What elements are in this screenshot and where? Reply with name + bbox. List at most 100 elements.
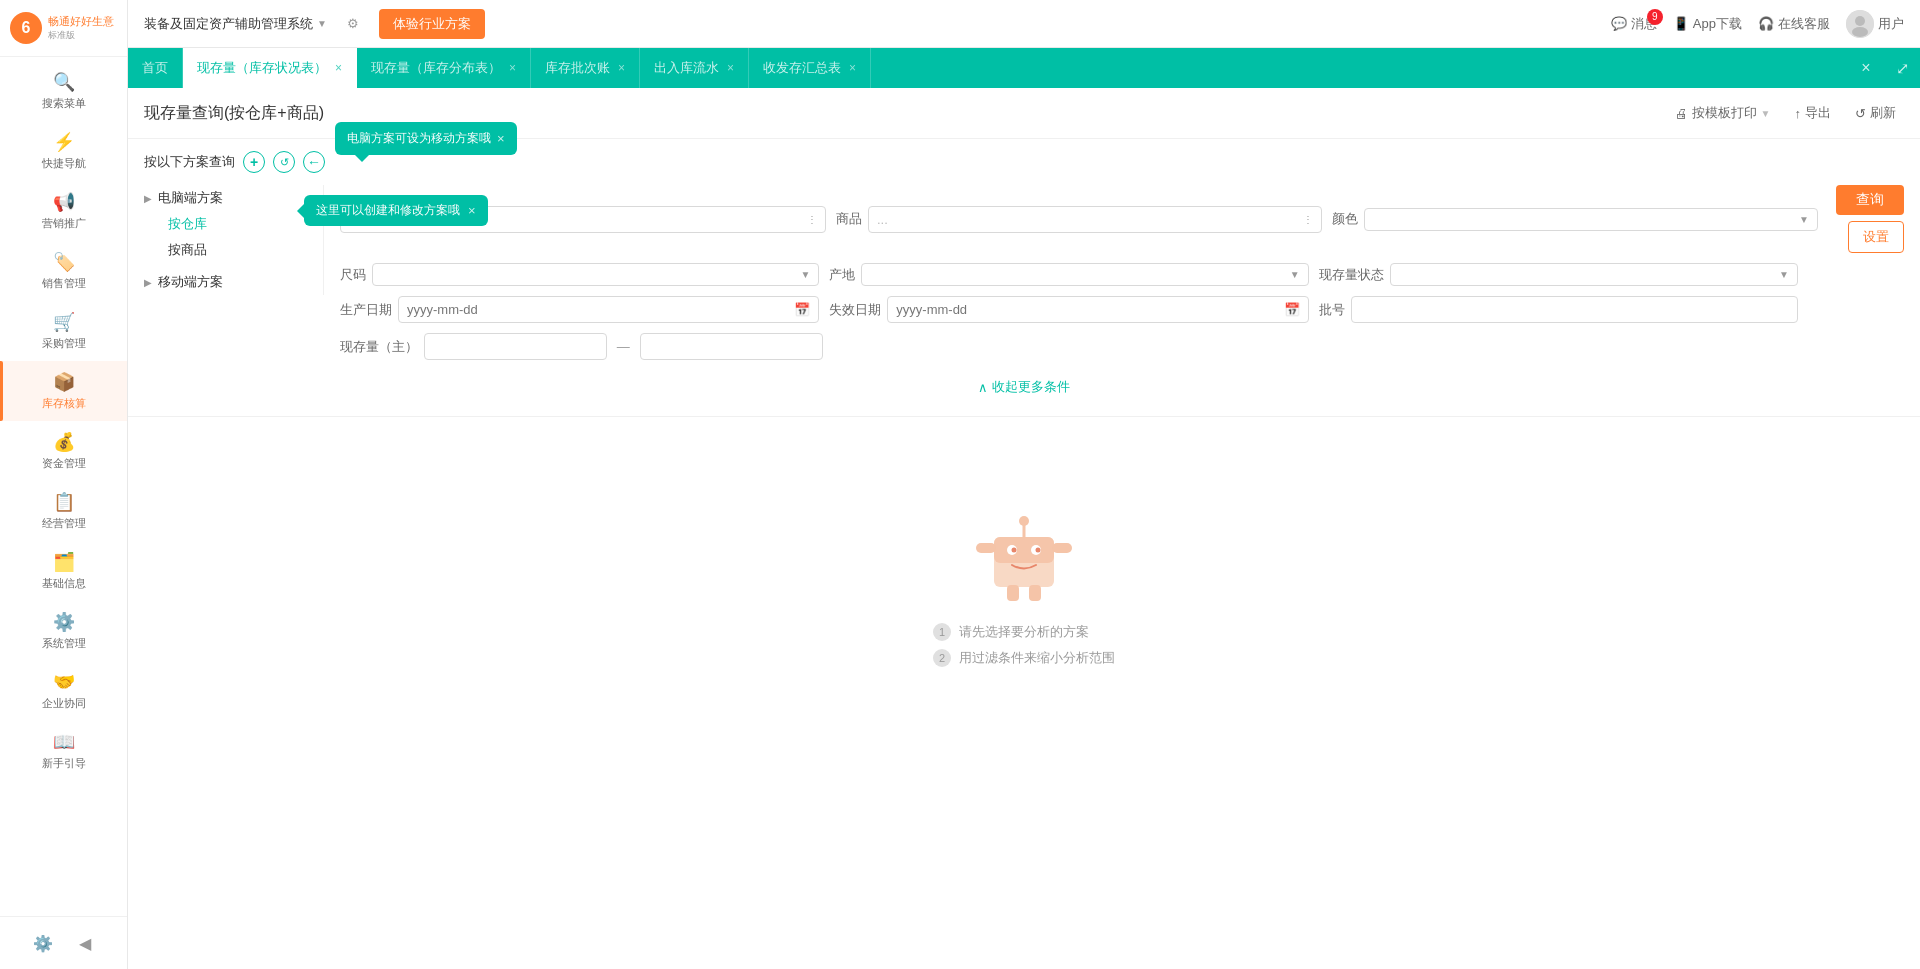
filter-size: 尺码 ▼	[340, 263, 819, 286]
mfg-calendar-icon[interactable]: 📅	[794, 302, 810, 317]
stock-status-arrow-icon: ▼	[1779, 269, 1789, 280]
export-icon: ↑	[1795, 106, 1802, 121]
system-nav-icon: ⚙️	[53, 611, 75, 633]
tab-close-icon[interactable]: ×	[727, 61, 734, 75]
enterprise-nav-icon: 🤝	[53, 671, 75, 693]
close-all-tabs-btn[interactable]: ×	[1848, 48, 1884, 88]
tab-close-icon[interactable]: ×	[618, 61, 625, 75]
filter-circle-btn[interactable]: ↺	[273, 151, 295, 173]
size-select[interactable]: ▼	[372, 263, 819, 286]
sidebar-item-capital[interactable]: 💰 资金管理	[0, 421, 127, 481]
filter-stock-status: 现存量状态 ▼	[1319, 263, 1798, 286]
exp-calendar-icon[interactable]: 📅	[1284, 302, 1300, 317]
filter-mfg-date: 生产日期 📅	[340, 296, 819, 323]
tree-subitem-warehouse[interactable]: 按仓库	[160, 211, 315, 237]
sidebar-item-basic[interactable]: 🗂️ 基础信息	[0, 541, 127, 601]
system-dropdown[interactable]: 装备及固定资产辅助管理系统 ▼	[144, 15, 327, 33]
capital-nav-icon: 💰	[53, 431, 75, 453]
print-icon: 🖨	[1675, 106, 1688, 121]
header-settings-btn[interactable]: ⚙	[339, 10, 367, 38]
tab-close-icon[interactable]: ×	[849, 61, 856, 75]
sidebar-item-guide[interactable]: 📖 新手引导	[0, 721, 127, 781]
filter-row-4: 现存量（主） —	[340, 333, 1904, 360]
tab-label: 现存量（库存状况表）	[197, 59, 327, 77]
sidebar-item-label: 搜索菜单	[42, 96, 86, 111]
warehouse-arrow-icon: ⋮	[807, 214, 817, 225]
reset-btn[interactable]: 设置	[1848, 221, 1904, 253]
app-download-btn[interactable]: 📱 App下载	[1673, 15, 1742, 33]
stock-main-label: 现存量（主）	[340, 338, 418, 356]
tooltip1-close[interactable]: ×	[497, 131, 505, 146]
purchase-nav-icon: 🛒	[53, 311, 75, 333]
stock-main-from[interactable]	[424, 333, 607, 360]
tab-collect-summary[interactable]: 收发存汇总表 ×	[749, 48, 871, 88]
mfg-date-input-wrap[interactable]: 📅	[398, 296, 819, 323]
action-btns: 查询 设置	[1836, 185, 1904, 253]
tab-close-icon[interactable]: ×	[335, 61, 342, 75]
query-btn[interactable]: 查询	[1836, 185, 1904, 215]
message-btn[interactable]: 💬 消息 9	[1611, 15, 1657, 33]
export-btn[interactable]: ↑ 导出	[1787, 100, 1840, 126]
app-label: App下载	[1693, 15, 1742, 33]
stock-status-select[interactable]: ▼	[1390, 263, 1798, 286]
tree-subitem-goods[interactable]: 按商品	[160, 237, 315, 263]
tab-home[interactable]: 首页	[128, 48, 183, 88]
stock-main-to[interactable]	[640, 333, 823, 360]
sidebar-item-sales[interactable]: 🏷️ 销售管理	[0, 241, 127, 301]
collapse-btn[interactable]: ∧ 收起更多条件	[978, 378, 1070, 396]
tab-inventory-flow[interactable]: 出入库流水 ×	[640, 48, 749, 88]
exp-date-input-wrap[interactable]: 📅	[887, 296, 1308, 323]
tip-num-1: 1	[933, 623, 951, 641]
settings-bottom-btn[interactable]: ⚙️	[27, 927, 59, 959]
empty-state: 1 请先选择要分析的方案 2 用过滤条件来缩小分析范围	[128, 417, 1920, 747]
tip-num-2: 2	[933, 649, 951, 667]
tab-inventory-dist[interactable]: 现存量（库存分布表） ×	[357, 48, 531, 88]
filter-add-btn[interactable]: +	[243, 151, 265, 173]
marketing-nav-icon: 📢	[53, 191, 75, 213]
tab-label: 出入库流水	[654, 59, 719, 77]
tree-node-pc[interactable]: ▶ 电脑端方案	[144, 185, 315, 211]
empty-tip-1: 1 请先选择要分析的方案	[933, 623, 1115, 641]
online-service-btn[interactable]: 🎧 在线客服	[1758, 15, 1830, 33]
tooltip2-close[interactable]: ×	[468, 203, 476, 218]
tab-inventory-batch[interactable]: 库存批次账 ×	[531, 48, 640, 88]
sidebar-item-label: 快捷导航	[42, 156, 86, 171]
tree-node-mobile[interactable]: ▶ 移动端方案	[144, 269, 315, 295]
sidebar-item-inventory[interactable]: 📦 库存核算	[0, 361, 127, 421]
tab-inventory-status[interactable]: 现存量（库存状况表） ×	[183, 48, 357, 88]
mfg-date-input[interactable]	[407, 302, 790, 317]
user-avatar	[1846, 10, 1874, 38]
print-btn[interactable]: 🖨 按模板打印 ▼	[1667, 100, 1779, 126]
expand-tab-btn[interactable]: ⤢	[1884, 48, 1920, 88]
goods-label: 商品	[836, 210, 862, 228]
quick-nav-icon: ⚡	[53, 131, 75, 153]
tree-sub-label2: 按商品	[168, 241, 207, 259]
content-area: 现存量查询(按仓库+商品) 🖨 按模板打印 ▼ ↑ 导出 ↺ 刷新	[128, 88, 1920, 969]
sidebar-item-system[interactable]: ⚙️ 系统管理	[0, 601, 127, 661]
user-area[interactable]: 用户	[1846, 10, 1904, 38]
batch-input[interactable]	[1351, 296, 1798, 323]
svg-point-1	[1855, 16, 1865, 26]
sidebar-item-quick[interactable]: ⚡ 快捷导航	[0, 121, 127, 181]
sidebar-item-enterprise[interactable]: 🤝 企业协同	[0, 661, 127, 721]
tab-close-icon[interactable]: ×	[509, 61, 516, 75]
collapse-sidebar-btn[interactable]: ◀	[69, 927, 101, 959]
svg-point-8	[1036, 548, 1041, 553]
sidebar-item-operation[interactable]: 📋 经营管理	[0, 481, 127, 541]
goods-select[interactable]: ... ⋮	[868, 206, 1322, 233]
operation-nav-icon: 📋	[53, 491, 75, 513]
tab-bar-actions: × ⤢	[1848, 48, 1920, 88]
sidebar-item-marketing[interactable]: 📢 营销推广	[0, 181, 127, 241]
svg-rect-10	[1029, 585, 1041, 601]
refresh-btn[interactable]: ↺ 刷新	[1847, 100, 1904, 126]
origin-select[interactable]: ▼	[861, 263, 1308, 286]
industry-btn[interactable]: 体验行业方案	[379, 9, 485, 39]
sidebar-item-purchase[interactable]: 🛒 采购管理	[0, 301, 127, 361]
sidebar-item-search[interactable]: 🔍 搜索菜单	[0, 61, 127, 121]
tab-bar: 首页 现存量（库存状况表） × 现存量（库存分布表） × 库存批次账 × 出入库…	[128, 48, 1920, 88]
size-arrow-icon: ▼	[800, 269, 810, 280]
filter-back-btn[interactable]: ←	[303, 151, 325, 173]
exp-date-input[interactable]	[896, 302, 1279, 317]
sidebar-item-label: 采购管理	[42, 336, 86, 351]
color-select[interactable]: ▼	[1364, 208, 1818, 231]
